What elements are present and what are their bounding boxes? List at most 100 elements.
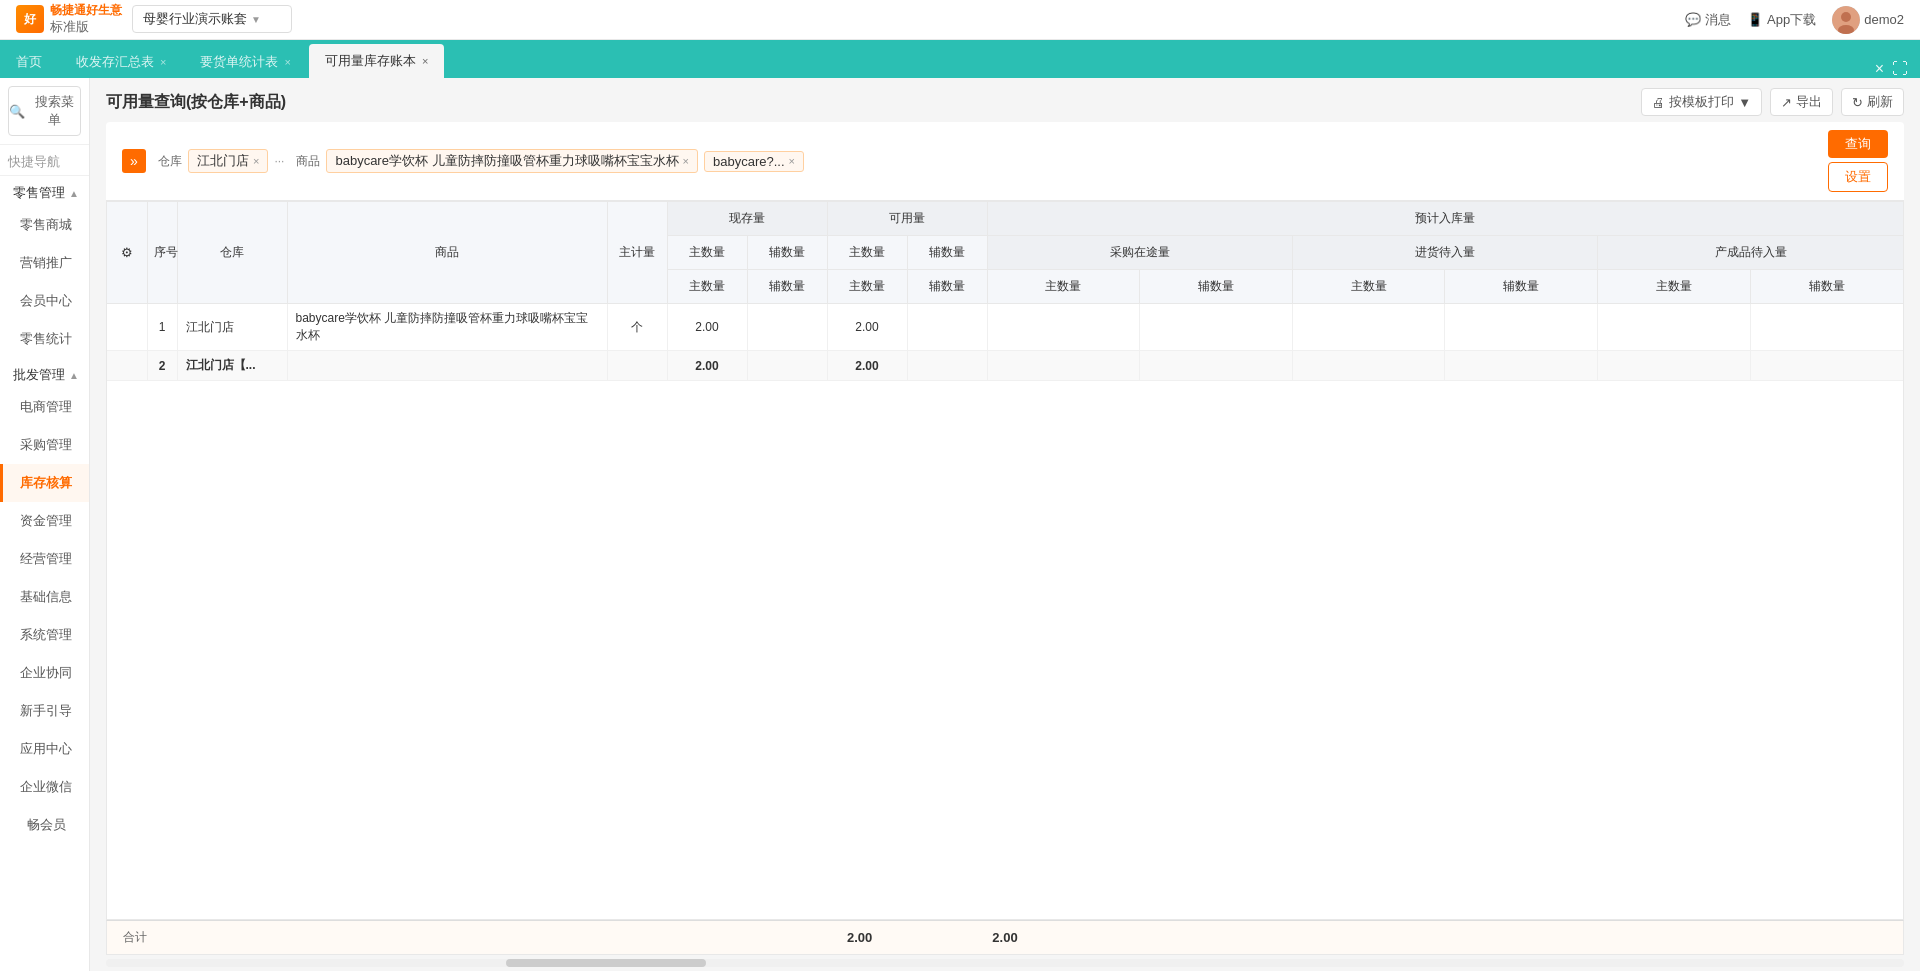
tab-bar-right: × ⛶ bbox=[1863, 60, 1920, 78]
user-menu[interactable]: demo2 bbox=[1832, 6, 1904, 34]
row-stock-main: 2.00 bbox=[667, 304, 747, 351]
message-button[interactable]: 💬 消息 bbox=[1685, 11, 1731, 29]
th-incoming: 进货待入量 bbox=[1292, 236, 1597, 270]
warehouse-tag-close[interactable]: × bbox=[253, 155, 259, 167]
tab-home[interactable]: 首页 bbox=[0, 46, 58, 78]
th-warehouse: 仓库 bbox=[177, 202, 287, 304]
warehouse-label: 仓库 bbox=[158, 153, 182, 170]
tab-receive[interactable]: 收发存汇总表 × bbox=[60, 46, 182, 78]
message-icon: 💬 bbox=[1685, 12, 1701, 27]
tab-close-inventory[interactable]: × bbox=[422, 55, 428, 67]
th-avail-main-qty: 主数量 bbox=[827, 236, 907, 270]
row-seq: 2 bbox=[147, 351, 177, 381]
industry-selector[interactable]: 母婴行业演示账套 ▼ bbox=[132, 5, 292, 33]
row-unit-subtotal bbox=[607, 351, 667, 381]
tab-close-all-icon[interactable]: × bbox=[1875, 60, 1884, 78]
content-area: 可用量查询(按仓库+商品) 🖨 按模板打印 ▼ ↗ 导出 ↻ 刷新 » bbox=[90, 78, 1920, 971]
tab-close-receive[interactable]: × bbox=[160, 56, 166, 68]
search-menu-button[interactable]: 🔍 搜索菜单 bbox=[8, 86, 81, 136]
th-pr-main: 主数量 bbox=[1598, 270, 1751, 304]
product-tag-1-close[interactable]: × bbox=[683, 155, 689, 167]
filter-bar: » 仓库 江北门店 × ··· 商品 babycare学饮杯 儿童防摔防撞吸管杯… bbox=[106, 122, 1904, 201]
settings-icon: ⚙ bbox=[121, 245, 133, 260]
product-tag-1: babycare学饮杯 儿童防摔防撞吸管杯重力球吸嘴杯宝宝水杯 × bbox=[326, 149, 698, 173]
sidebar-item-wholesale-mgmt[interactable]: 批发管理 bbox=[0, 358, 89, 388]
sidebar-item-operations[interactable]: 经营管理 bbox=[0, 540, 89, 578]
svg-point-1 bbox=[1841, 12, 1851, 22]
row-avail-aux-subtotal bbox=[907, 351, 987, 381]
th-production: 产成品待入量 bbox=[1598, 236, 1903, 270]
sidebar-item-retail-mgmt[interactable]: 零售管理 bbox=[0, 176, 89, 206]
row-product-subtotal bbox=[287, 351, 607, 381]
table-container[interactable]: ⚙ 序号 仓库 商品 主计量 现存量 可用量 预计入库量 主数量 辅数量 主数量 bbox=[106, 201, 1904, 920]
filter-expand-button[interactable]: » bbox=[122, 149, 146, 173]
sidebar-item-system[interactable]: 系统管理 bbox=[0, 616, 89, 654]
th-stock-main-qty: 主数量 bbox=[667, 236, 747, 270]
total-label: 合计 bbox=[123, 929, 147, 946]
row-warehouse: 江北门店 bbox=[177, 304, 287, 351]
sidebar-item-purchase[interactable]: 采购管理 bbox=[0, 426, 89, 464]
th-s-aux: 辅数量 bbox=[747, 270, 827, 304]
th-forecast-in: 预计入库量 bbox=[987, 202, 1903, 236]
th-s-main: 主数量 bbox=[667, 270, 747, 304]
sidebar-item-marketing[interactable]: 营销推广 bbox=[0, 244, 89, 282]
settings-button[interactable]: 设置 bbox=[1828, 162, 1888, 192]
quick-nav-label: 快捷导航 bbox=[0, 145, 89, 176]
row-pt-main-subtotal bbox=[987, 351, 1140, 381]
tab-inventory[interactable]: 可用量库存账本 × bbox=[309, 44, 444, 78]
th-pr-aux: 辅数量 bbox=[1750, 270, 1903, 304]
sidebar-item-member[interactable]: 会员中心 bbox=[0, 282, 89, 320]
app-download-button[interactable]: 📱 App下载 bbox=[1747, 11, 1816, 29]
sidebar-item-ecommerce[interactable]: 电商管理 bbox=[0, 388, 89, 426]
th-available: 可用量 bbox=[827, 202, 987, 236]
logo-icon: 好 bbox=[16, 5, 44, 33]
row-seq: 1 bbox=[147, 304, 177, 351]
row-pt-aux-subtotal bbox=[1140, 351, 1293, 381]
th-seq: 序号 bbox=[147, 202, 177, 304]
top-bar: 好 畅捷通好生意 标准版 母婴行业演示账套 ▼ 💬 消息 📱 App下载 dem… bbox=[0, 0, 1920, 40]
tab-close-order[interactable]: × bbox=[284, 56, 290, 68]
row-pt-main bbox=[987, 304, 1140, 351]
sidebar-item-newbie[interactable]: 新手引导 bbox=[0, 692, 89, 730]
sidebar-item-vip[interactable]: 畅会员 bbox=[0, 806, 89, 844]
query-button[interactable]: 查询 bbox=[1828, 130, 1888, 158]
th-a-aux: 辅数量 bbox=[907, 270, 987, 304]
row-settings bbox=[107, 304, 147, 351]
row-pr-main bbox=[1598, 304, 1751, 351]
sidebar-item-retail-stats[interactable]: 零售统计 bbox=[0, 320, 89, 358]
sidebar-item-inventory-check[interactable]: 库存核算 bbox=[0, 464, 89, 502]
total-avail-main: 2.00 bbox=[992, 930, 1017, 945]
sidebar-item-wecom[interactable]: 企业微信 bbox=[0, 768, 89, 806]
filter-action-buttons: 查询 设置 bbox=[1828, 130, 1888, 192]
scroll-indicator[interactable] bbox=[106, 959, 1904, 967]
th-stock-aux-qty: 辅数量 bbox=[747, 236, 827, 270]
print-button[interactable]: 🖨 按模板打印 ▼ bbox=[1641, 88, 1762, 116]
sidebar-item-appstore[interactable]: 应用中心 bbox=[0, 730, 89, 768]
product-tag-2-close[interactable]: × bbox=[789, 155, 795, 167]
row-avail-main: 2.00 bbox=[827, 304, 907, 351]
tab-order[interactable]: 要货单统计表 × bbox=[184, 46, 306, 78]
sidebar-item-retail-store[interactable]: 零售商城 bbox=[0, 206, 89, 244]
row-avail-main-subtotal: 2.00 bbox=[827, 351, 907, 381]
warehouse-more-icon[interactable]: ··· bbox=[274, 154, 284, 168]
print-icon: 🖨 bbox=[1652, 95, 1665, 110]
export-button[interactable]: ↗ 导出 bbox=[1770, 88, 1833, 116]
sidebar-item-finance[interactable]: 资金管理 bbox=[0, 502, 89, 540]
product-tag-2: babycare?... × bbox=[704, 151, 804, 172]
top-bar-right: 💬 消息 📱 App下载 demo2 bbox=[1685, 6, 1904, 34]
chevron-down-icon: ▼ bbox=[251, 14, 261, 25]
refresh-button[interactable]: ↻ 刷新 bbox=[1841, 88, 1904, 116]
th-current-stock: 现存量 bbox=[667, 202, 827, 236]
sidebar-item-enterprise[interactable]: 企业协同 bbox=[0, 654, 89, 692]
tab-fullscreen-icon[interactable]: ⛶ bbox=[1892, 60, 1908, 78]
page-header-actions: 🖨 按模板打印 ▼ ↗ 导出 ↻ 刷新 bbox=[1641, 88, 1904, 116]
th-purchase-transit: 采购在途量 bbox=[987, 236, 1292, 270]
export-icon: ↗ bbox=[1781, 95, 1792, 110]
th-pt-main: 主数量 bbox=[987, 270, 1140, 304]
th-in-aux: 辅数量 bbox=[1445, 270, 1598, 304]
scroll-thumb[interactable] bbox=[506, 959, 706, 967]
sidebar-item-basics[interactable]: 基础信息 bbox=[0, 578, 89, 616]
sidebar: 🔍 搜索菜单 快捷导航 零售管理 零售商城 营销推广 会员中心 零售统计 批发管… bbox=[0, 78, 90, 971]
app-icon: 📱 bbox=[1747, 12, 1763, 27]
sidebar-search-area: 🔍 搜索菜单 bbox=[0, 78, 89, 145]
